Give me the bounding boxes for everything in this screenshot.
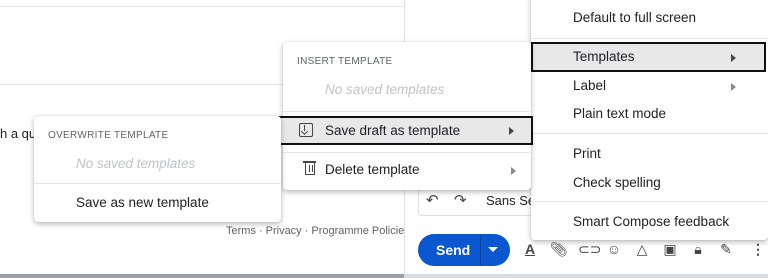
overwrite-template-menu: OVERWRITE TEMPLATE No saved templates Sa… [34,116,281,222]
more-vert-icon[interactable]: ⋮ [750,241,766,257]
trash-icon [303,161,316,175]
schedule-send-caret-icon[interactable] [488,247,498,252]
templates-menu: INSERT TEMPLATE No saved templates Save … [277,42,533,190]
photo-icon[interactable]: ▣ [662,241,678,257]
emoji-icon[interactable]: ☺ [606,241,622,257]
chevron-right-icon [511,167,516,175]
more-options-menu: Default to full screen Templates Label P… [531,0,768,240]
lock-icon[interactable]: 🔒︎ [690,241,706,257]
divider [0,6,404,7]
menu-item-plain-text-mode[interactable]: Plain text mode [531,100,768,128]
menu-separator [531,133,768,134]
send-button[interactable]: Send [418,234,510,266]
chevron-right-icon [731,54,736,62]
menu-item-delete-template[interactable]: Delete template [283,156,531,184]
footer-separator: · [304,225,309,237]
drive-icon[interactable]: △ [634,241,650,257]
save-template-icon [299,123,313,137]
formatting-icon[interactable]: A [522,241,538,257]
menu-item-print[interactable]: Print [531,140,768,168]
terms-link[interactable]: Terms [226,225,256,237]
undo-icon[interactable]: ↶ [426,191,439,209]
menu-separator [283,111,531,112]
programme-policies-link[interactable]: Programme Policies [311,225,409,237]
menu-item-default-full-screen[interactable]: Default to full screen [531,4,768,32]
menu-item-label[interactable]: Label [531,72,768,100]
menu-separator [283,152,531,153]
overwrite-empty-label: No saved templates [76,156,196,171]
chevron-right-icon [731,83,736,91]
link-icon[interactable]: ⊂⊃ [578,241,601,257]
attach-icon[interactable]: 📎︎ [550,241,568,257]
bottom-bar [0,274,768,278]
footer-separator: · [258,225,263,237]
menu-item-check-spelling[interactable]: Check spelling [531,169,768,197]
menu-item-save-draft-as-template[interactable]: Save draft as template [277,116,533,145]
menu-separator [34,183,281,184]
menu-separator [531,38,768,39]
insert-template-header: INSERT TEMPLATE [297,56,393,67]
bottom-bar-band [0,274,404,278]
email-snippet: h a qu [0,126,37,141]
send-divider [480,234,481,266]
menu-separator [531,201,768,202]
overwrite-template-header: OVERWRITE TEMPLATE [48,130,169,141]
font-select[interactable]: Sans Se [486,193,535,208]
redo-icon[interactable]: ↷ [454,191,467,209]
menu-item-smart-compose-feedback[interactable]: Smart Compose feedback [531,208,768,236]
menu-item-templates[interactable]: Templates [531,42,766,72]
chevron-right-icon [509,127,514,135]
footer-links: Terms · Privacy · Programme Policies [226,225,413,237]
insert-empty-label: No saved templates [325,82,445,97]
privacy-link[interactable]: Privacy [266,225,302,237]
menu-item-save-as-new-template[interactable]: Save as new template [34,189,281,217]
signature-icon[interactable]: ✎ [718,241,734,257]
send-label: Send [436,242,471,258]
